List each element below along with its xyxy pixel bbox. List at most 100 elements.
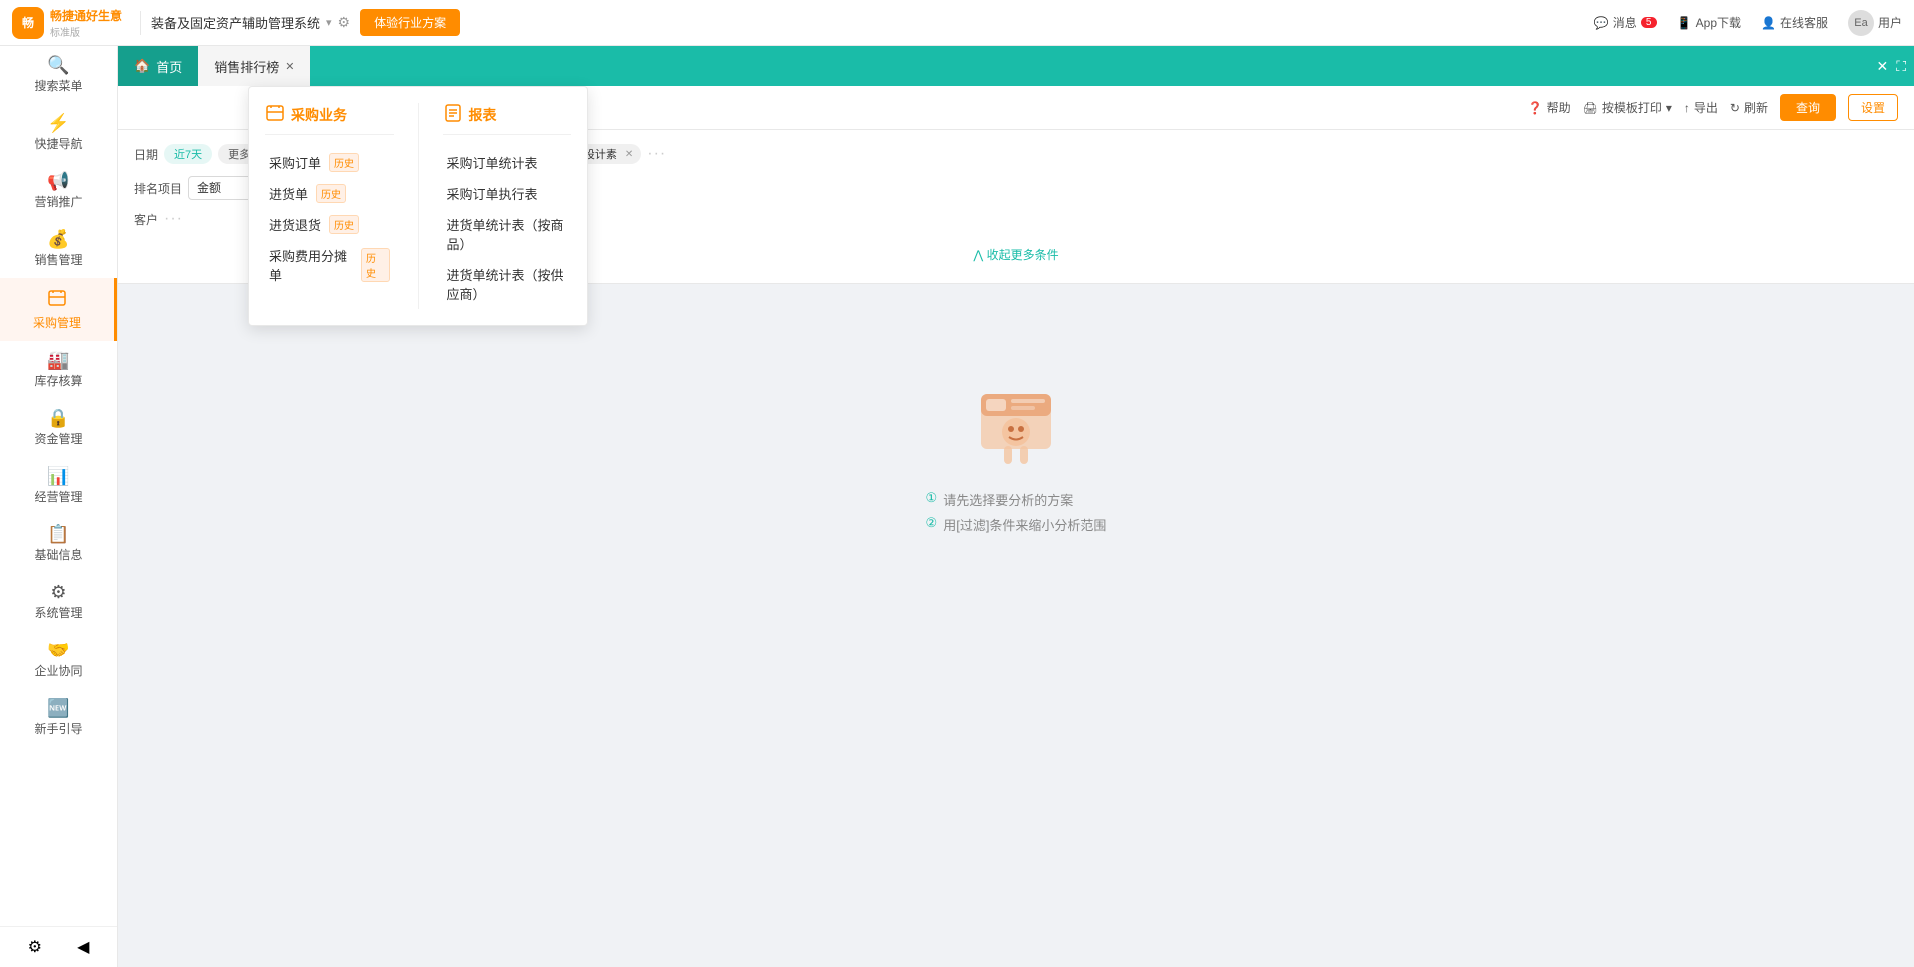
empty-text-area: ① 请先选择要分析的方案 ② 用[过滤]条件来缩小分析范围 [926, 490, 1107, 534]
settings-btn[interactable]: 设置 [1848, 94, 1898, 121]
message-btn[interactable]: 💬 消息 5 [1594, 14, 1657, 31]
tab-sales-rank-label: 销售排行榜 [214, 57, 279, 76]
sidebar-item-operations[interactable]: 📊 经营管理 [0, 457, 117, 515]
dropdown-item-expense[interactable]: 采购费用分摊单 历史 [265, 240, 394, 290]
export-btn[interactable]: ↑ 导出 [1684, 99, 1718, 116]
print-arrow-icon: ▾ [1666, 101, 1672, 115]
dropdown-purchase-title-text: 采购业务 [291, 105, 347, 125]
sidebar-item-marketing[interactable]: 📢 营销推广 [0, 162, 117, 220]
receipt-hist-badge: 历史 [316, 184, 346, 203]
operations-icon: 📊 [47, 467, 69, 485]
query-btn[interactable]: 查询 [1780, 94, 1836, 121]
dropdown-item-return[interactable]: 进货退货 历史 [265, 209, 394, 240]
app-download-label: App下载 [1696, 14, 1741, 31]
collapse-icon: ⋀ [973, 248, 983, 262]
logo-brand: 畅捷通好生意 [50, 7, 122, 24]
empty-hint-2: ② 用[过滤]条件来缩小分析范围 [926, 515, 1107, 534]
dropdown-item-po-exec-label: 采购订单执行表 [447, 184, 538, 203]
hint2-circle: ② [926, 515, 938, 531]
tab-bar: 🏠 首页 销售排行榜 ✕ ✕ ⛶ [118, 46, 1914, 86]
return-hist-badge: 历史 [329, 215, 359, 234]
tab-close-icon[interactable]: ✕ [285, 60, 294, 73]
dropdown-item-po-exec[interactable]: 采购订单执行表 [443, 178, 572, 209]
logo-icon: 畅 [12, 7, 44, 39]
sidebar-label-inventory: 库存核算 [34, 372, 82, 389]
hint1-text: 请先选择要分析的方案 [943, 490, 1073, 509]
tab-sales-rank[interactable]: 销售排行榜 ✕ [198, 46, 310, 86]
refresh-btn[interactable]: ↻ 刷新 [1730, 99, 1768, 116]
dropdown-report-title: 报表 [443, 103, 572, 135]
refresh-label: 刷新 [1744, 99, 1768, 116]
customer-label: 客户 [134, 211, 158, 228]
sidebar-item-purchase[interactable]: 采购管理 [0, 278, 117, 341]
maximize-icon[interactable]: ⛶ [1896, 58, 1906, 75]
user-area[interactable]: Ea 用户 [1848, 10, 1902, 36]
customer-filter: 客户 ··· [134, 210, 183, 228]
dropdown-purchase-col: 采购业务 采购订单 历史 进货单 历史 进货退货 历史 [265, 103, 394, 309]
user-label: 用户 [1878, 14, 1902, 31]
dropdown-arrow-icon[interactable]: ▾ [326, 16, 332, 29]
dropdown-divider [418, 103, 419, 309]
logo-sub: 标准版 [50, 24, 122, 39]
date-preset-7days[interactable]: 近7天 [164, 144, 212, 164]
sidebar-item-basic[interactable]: 📋 基础信息 [0, 515, 117, 573]
report-col-icon [443, 103, 463, 126]
empty-illustration [951, 364, 1081, 474]
system-icon: ⚙ [50, 583, 66, 601]
print-label: 按模板打印 [1602, 99, 1662, 116]
dropdown-item-receipt[interactable]: 进货单 历史 [265, 178, 394, 209]
gear-icon[interactable]: ⚙ [338, 14, 351, 31]
avatar: Ea [1848, 10, 1874, 36]
dropdown-item-po-label: 采购订单 [269, 153, 321, 172]
app-download-btn[interactable]: 📱 App下载 [1677, 14, 1741, 31]
sidebar-item-inventory[interactable]: 🏭 库存核算 [0, 341, 117, 399]
tab-home[interactable]: 🏠 首页 [118, 46, 198, 86]
po-hist-badge: 历史 [329, 153, 359, 172]
marketing-icon: 📢 [47, 172, 69, 190]
divider1 [140, 11, 141, 35]
dropdown-item-po-stat-label: 采购订单统计表 [447, 153, 538, 172]
export-label: 导出 [1694, 99, 1718, 116]
content-area: 🏠 首页 销售排行榜 ✕ ✕ ⛶ ❓ 帮助 🖨 [118, 46, 1914, 967]
sidebar-item-guide[interactable]: 🆕 新手引导 [0, 689, 117, 747]
help-btn[interactable]: ❓ 帮助 [1528, 99, 1571, 116]
dropdown-item-receipt-stat-goods[interactable]: 进货单统计表（按商品） [443, 209, 572, 259]
sidebar-item-capital[interactable]: 🔒 资金管理 [0, 399, 117, 457]
date-label: 日期 [134, 146, 158, 163]
sidebar-item-quick[interactable]: ⚡ 快捷导航 [0, 104, 117, 162]
sidebar-item-cooperation[interactable]: 🤝 企业协同 [0, 631, 117, 689]
message-label: 消息 [1613, 14, 1637, 31]
system-title-area: 装备及固定资产辅助管理系统 ▾ ⚙ [151, 13, 350, 32]
inventory-icon: 🏭 [47, 351, 69, 369]
online-service-btn[interactable]: 👤 在线客服 [1761, 14, 1828, 31]
refresh-icon: ↻ [1730, 101, 1740, 115]
dropdown-item-receipt-stat-supplier[interactable]: 进货单统计表（按供应商） [443, 259, 572, 309]
sidebar-item-system[interactable]: ⚙ 系统管理 [0, 573, 117, 631]
dropdown-item-po[interactable]: 采购订单 历史 [265, 147, 394, 178]
sidebar-item-search[interactable]: 🔍 搜索菜单 [0, 46, 117, 104]
hint1-circle: ① [926, 490, 938, 506]
customer-dots[interactable]: ··· [164, 210, 183, 228]
goods-tag-close[interactable]: ✕ [625, 149, 633, 160]
header-right: 💬 消息 5 📱 App下载 👤 在线客服 Ea 用户 [1594, 10, 1902, 36]
close-tab-icon[interactable]: ✕ [1876, 58, 1888, 75]
sidebar-label-capital: 资金管理 [34, 430, 82, 447]
empty-state: ① 请先选择要分析的方案 ② 用[过滤]条件来缩小分析范围 [118, 284, 1914, 614]
industry-btn[interactable]: 体验行业方案 [360, 9, 460, 36]
cooperation-icon: 🤝 [47, 641, 69, 659]
settings-icon[interactable]: ⚙ [28, 937, 42, 957]
sidebar-item-sales[interactable]: 💰 销售管理 [0, 220, 117, 278]
online-service-label: 在线客服 [1780, 14, 1828, 31]
dropdown-item-receipt-label: 进货单 [269, 184, 308, 203]
sidebar-label-purchase: 采购管理 [33, 314, 81, 331]
basic-icon: 📋 [47, 525, 69, 543]
sidebar-label-search: 搜索菜单 [34, 77, 82, 94]
dropdown-item-receipt-stat-supplier-label: 进货单统计表（按供应商） [447, 265, 568, 303]
sidebar: 🔍 搜索菜单 ⚡ 快捷导航 📢 营销推广 💰 销售管理 采购管理 🏭 库存核算 … [0, 46, 118, 967]
print-btn[interactable]: 🖨 按模板打印 ▾ [1583, 99, 1672, 116]
dropdown-item-po-stat[interactable]: 采购订单统计表 [443, 147, 572, 178]
search-icon: 🔍 [47, 56, 69, 74]
goods-dots[interactable]: ··· [647, 145, 666, 163]
collapse-sidebar-icon[interactable]: ◀ [77, 937, 89, 957]
tab-bar-right: ✕ ⛶ [1876, 46, 1914, 86]
